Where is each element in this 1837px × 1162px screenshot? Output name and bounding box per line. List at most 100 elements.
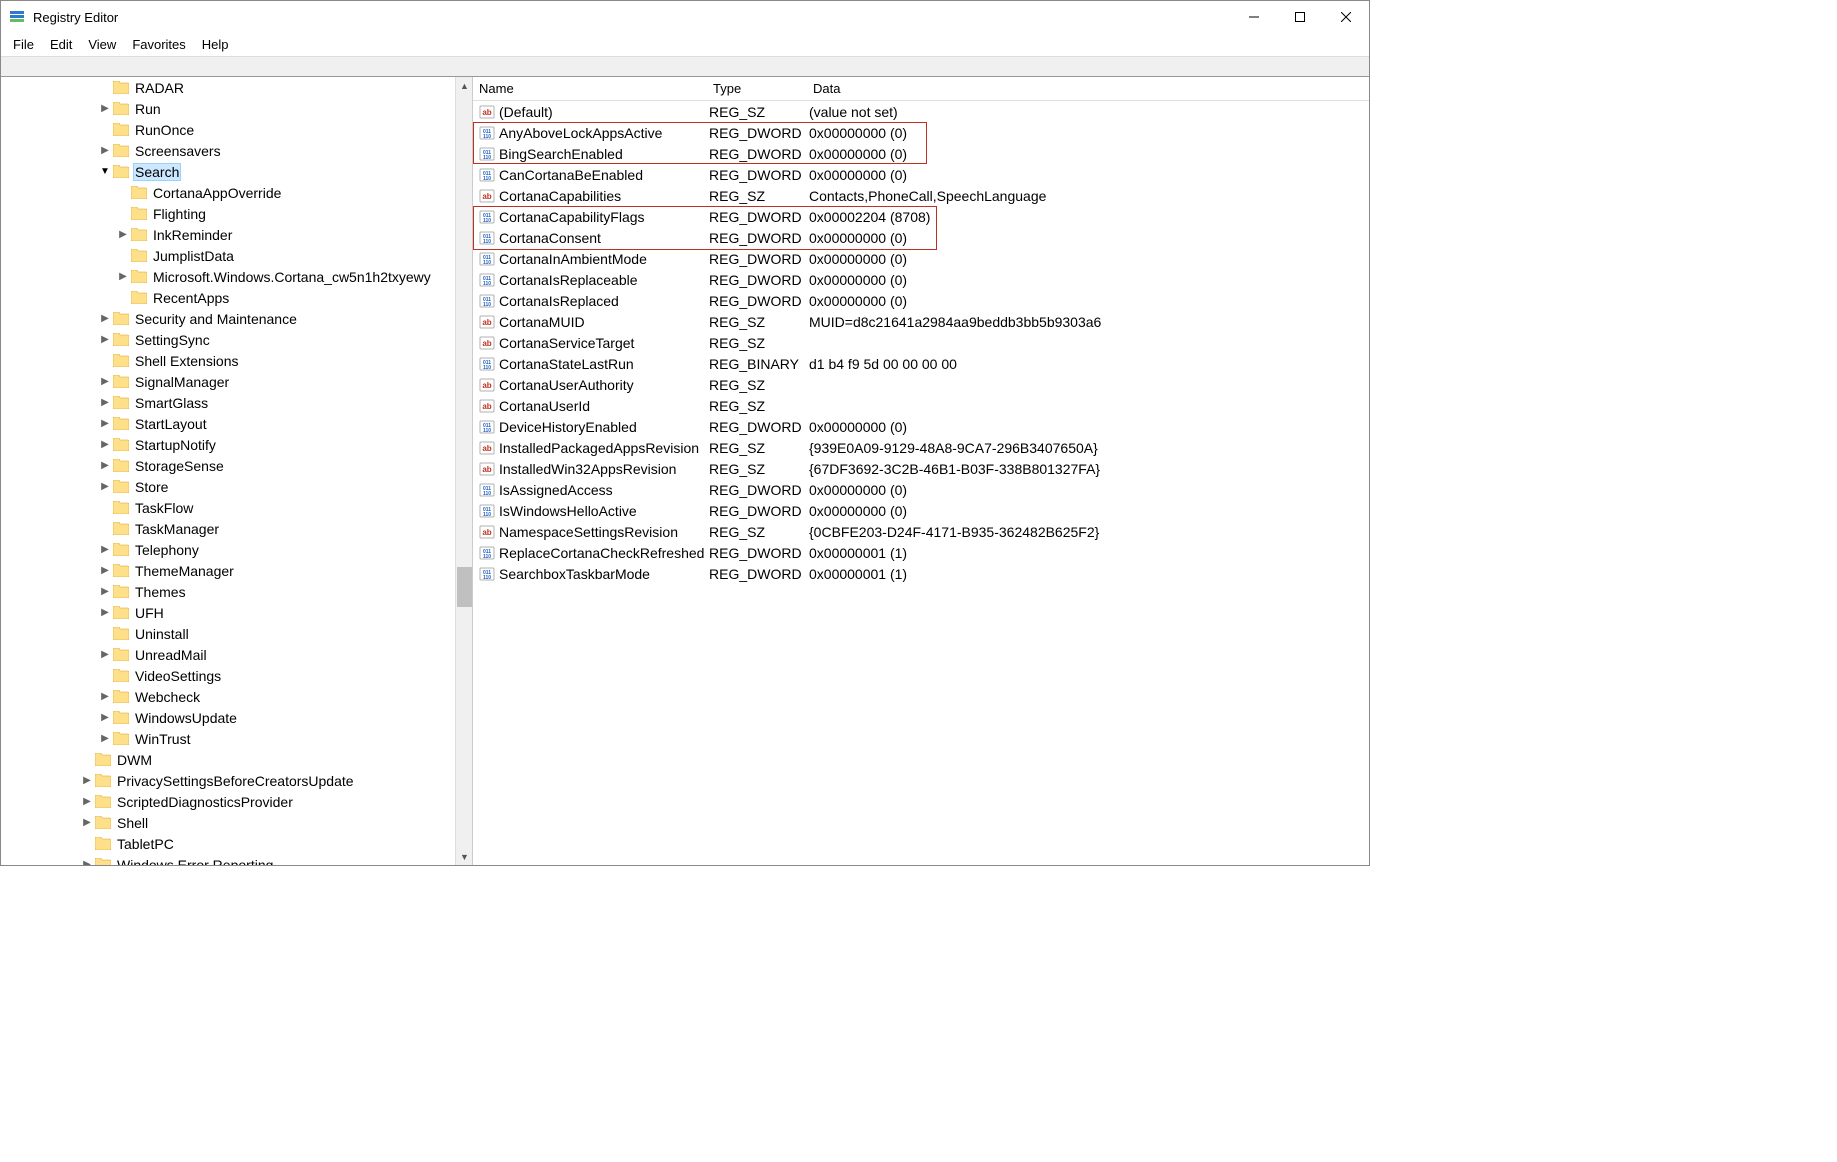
tree-item[interactable]: Flighting [1, 203, 455, 224]
minimize-button[interactable] [1231, 1, 1277, 33]
expander-icon[interactable]: ▶ [97, 311, 113, 327]
tree-item[interactable]: Shell Extensions [1, 350, 455, 371]
menu-help[interactable]: Help [194, 35, 237, 54]
tree-item[interactable]: ▶WinTrust [1, 728, 455, 749]
expander-icon[interactable] [97, 80, 113, 96]
value-row[interactable]: abCortanaCapabilitiesREG_SZContacts,Phon… [473, 185, 1369, 206]
value-row[interactable]: 011110CortanaInAmbientModeREG_DWORD0x000… [473, 248, 1369, 269]
close-button[interactable] [1323, 1, 1369, 33]
tree-item[interactable]: TabletPC [1, 833, 455, 854]
expander-icon[interactable]: ▼ [97, 164, 113, 180]
menu-view[interactable]: View [80, 35, 124, 54]
menu-favorites[interactable]: Favorites [124, 35, 193, 54]
column-type[interactable]: Type [707, 81, 807, 96]
value-row[interactable]: 011110CortanaConsentREG_DWORD0x00000000 … [473, 227, 1369, 248]
tree-item[interactable]: ▶Webcheck [1, 686, 455, 707]
value-row[interactable]: abCortanaUserIdREG_SZ [473, 395, 1369, 416]
tree-item[interactable]: RecentApps [1, 287, 455, 308]
scroll-down-button[interactable]: ▼ [456, 848, 473, 865]
value-row[interactable]: 011110IsAssignedAccessREG_DWORD0x0000000… [473, 479, 1369, 500]
expander-icon[interactable] [97, 626, 113, 642]
tree-item[interactable]: ▶StorageSense [1, 455, 455, 476]
tree-item[interactable]: ▼Search [1, 161, 455, 182]
value-row[interactable]: ab(Default)REG_SZ(value not set) [473, 101, 1369, 122]
tree-item[interactable]: ▶Telephony [1, 539, 455, 560]
tree-item[interactable]: ▶Shell [1, 812, 455, 833]
tree-item[interactable]: ▶Microsoft.Windows.Cortana_cw5n1h2txyewy [1, 266, 455, 287]
tree-item[interactable]: ▶UnreadMail [1, 644, 455, 665]
tree-item[interactable]: ▶SettingSync [1, 329, 455, 350]
expander-icon[interactable] [115, 248, 131, 264]
expander-icon[interactable]: ▶ [97, 689, 113, 705]
tree-item[interactable]: TaskManager [1, 518, 455, 539]
value-row[interactable]: 011110CortanaIsReplaceableREG_DWORD0x000… [473, 269, 1369, 290]
value-row[interactable]: abInstalledPackagedAppsRevisionREG_SZ{93… [473, 437, 1369, 458]
expander-icon[interactable]: ▶ [97, 647, 113, 663]
expander-icon[interactable]: ▶ [97, 395, 113, 411]
menu-file[interactable]: File [5, 35, 42, 54]
value-row[interactable]: 011110CortanaCapabilityFlagsREG_DWORD0x0… [473, 206, 1369, 227]
expander-icon[interactable]: ▶ [97, 332, 113, 348]
expander-icon[interactable]: ▶ [79, 815, 95, 831]
expander-icon[interactable]: ▶ [115, 227, 131, 243]
expander-icon[interactable]: ▶ [97, 710, 113, 726]
menu-edit[interactable]: Edit [42, 35, 80, 54]
column-name[interactable]: Name [473, 81, 707, 96]
tree-item[interactable]: ▶SignalManager [1, 371, 455, 392]
expander-icon[interactable]: ▶ [79, 794, 95, 810]
expander-icon[interactable]: ▶ [97, 101, 113, 117]
tree-item[interactable]: ▶Windows Error Reporting [1, 854, 455, 865]
expander-icon[interactable]: ▶ [97, 458, 113, 474]
value-row[interactable]: 011110SearchboxTaskbarModeREG_DWORD0x000… [473, 563, 1369, 584]
tree-item[interactable]: ▶WindowsUpdate [1, 707, 455, 728]
value-row[interactable]: 011110IsWindowsHelloActiveREG_DWORD0x000… [473, 500, 1369, 521]
expander-icon[interactable]: ▶ [79, 857, 95, 866]
expander-icon[interactable]: ▶ [79, 773, 95, 789]
expander-icon[interactable] [115, 206, 131, 222]
tree-item[interactable]: ▶PrivacySettingsBeforeCreatorsUpdate [1, 770, 455, 791]
tree-item[interactable]: ▶StartupNotify [1, 434, 455, 455]
expander-icon[interactable] [97, 353, 113, 369]
tree-item[interactable]: RADAR [1, 77, 455, 98]
expander-icon[interactable] [97, 500, 113, 516]
tree-item[interactable]: DWM [1, 749, 455, 770]
expander-icon[interactable] [79, 836, 95, 852]
addressbar[interactable] [1, 57, 1369, 77]
scroll-thumb[interactable] [457, 567, 472, 607]
expander-icon[interactable]: ▶ [97, 542, 113, 558]
expander-icon[interactable] [97, 668, 113, 684]
value-row[interactable]: abNamespaceSettingsRevisionREG_SZ{0CBFE2… [473, 521, 1369, 542]
expander-icon[interactable]: ▶ [97, 563, 113, 579]
tree-item[interactable]: ▶Run [1, 98, 455, 119]
value-row[interactable]: 011110DeviceHistoryEnabledREG_DWORD0x000… [473, 416, 1369, 437]
tree-scrollbar[interactable]: ▲ ▼ [455, 77, 472, 865]
titlebar[interactable]: Registry Editor [1, 1, 1369, 33]
value-row[interactable]: abCortanaMUIDREG_SZMUID=d8c21641a2984aa9… [473, 311, 1369, 332]
tree-item[interactable]: CortanaAppOverride [1, 182, 455, 203]
expander-icon[interactable] [115, 185, 131, 201]
value-row[interactable]: 011110CortanaIsReplacedREG_DWORD0x000000… [473, 290, 1369, 311]
expander-icon[interactable]: ▶ [97, 479, 113, 495]
tree-item[interactable]: ▶ThemeManager [1, 560, 455, 581]
tree-item[interactable]: RunOnce [1, 119, 455, 140]
value-row[interactable]: 011110ReplaceCortanaCheckRefreshedREG_DW… [473, 542, 1369, 563]
tree-item[interactable]: JumplistData [1, 245, 455, 266]
value-row[interactable]: abCortanaServiceTargetREG_SZ [473, 332, 1369, 353]
expander-icon[interactable]: ▶ [97, 374, 113, 390]
expander-icon[interactable]: ▶ [97, 437, 113, 453]
expander-icon[interactable]: ▶ [115, 269, 131, 285]
expander-icon[interactable] [97, 521, 113, 537]
value-row[interactable]: 011110BingSearchEnabledREG_DWORD0x000000… [473, 143, 1369, 164]
expander-icon[interactable]: ▶ [97, 605, 113, 621]
column-data[interactable]: Data [807, 81, 1369, 96]
expander-icon[interactable]: ▶ [97, 584, 113, 600]
expander-icon[interactable] [79, 752, 95, 768]
value-row[interactable]: 011110CanCortanaBeEnabledREG_DWORD0x0000… [473, 164, 1369, 185]
expander-icon[interactable] [97, 122, 113, 138]
tree-item[interactable]: VideoSettings [1, 665, 455, 686]
expander-icon[interactable] [115, 290, 131, 306]
tree-item[interactable]: ▶UFH [1, 602, 455, 623]
tree-item[interactable]: Uninstall [1, 623, 455, 644]
tree-item[interactable]: ▶ScriptedDiagnosticsProvider [1, 791, 455, 812]
tree-item[interactable]: TaskFlow [1, 497, 455, 518]
